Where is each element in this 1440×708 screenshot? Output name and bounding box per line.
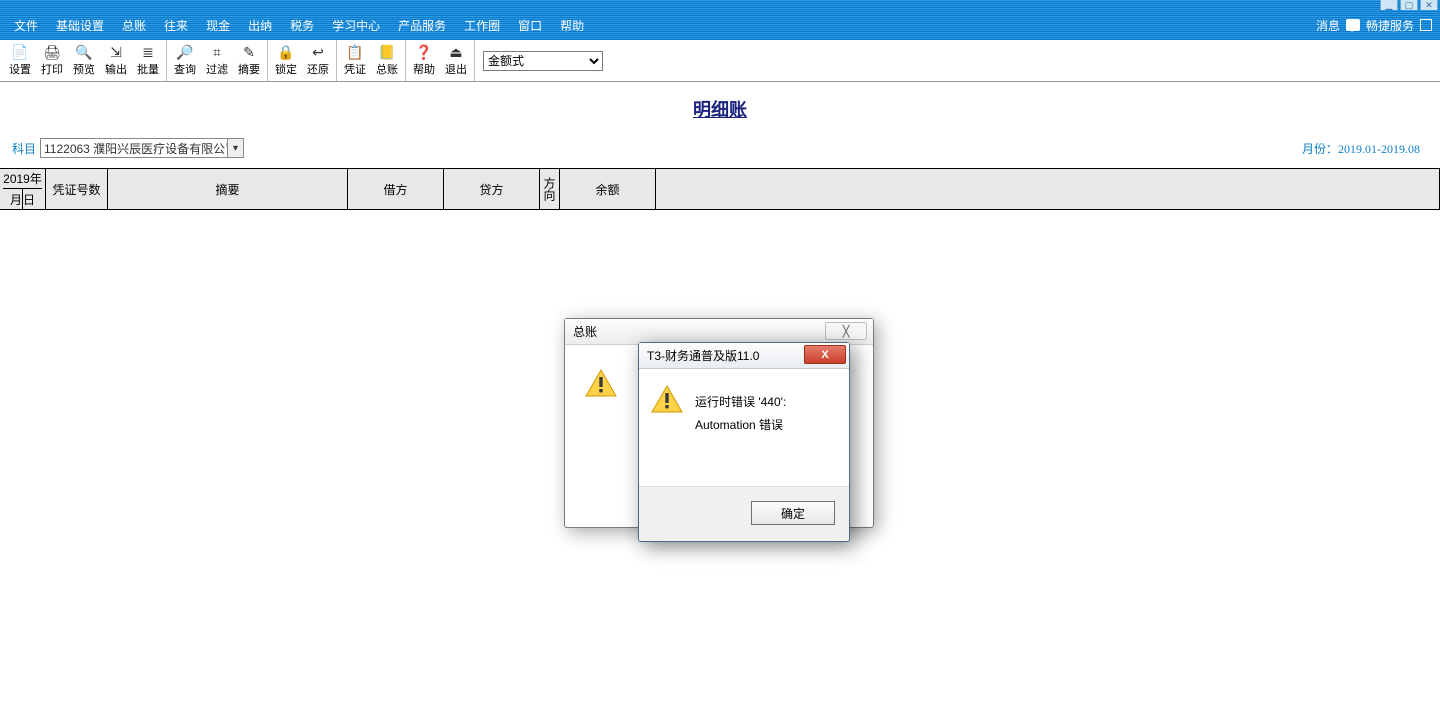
col-debit: 借方 [348, 169, 444, 209]
printer-icon: 🖨 [43, 44, 61, 60]
col-direction: 方向 [540, 169, 560, 209]
menu-workgroup[interactable]: 工作圈 [460, 15, 504, 36]
exit-icon: ⏏ [447, 44, 465, 60]
toolbar-help[interactable]: ❓帮助 [408, 40, 440, 81]
col-summary: 摘要 [108, 169, 348, 209]
menu-cashier[interactable]: 出纳 [244, 15, 276, 36]
chevron-down-icon[interactable]: ▾ [227, 139, 243, 157]
ok-button[interactable]: 确定 [751, 501, 835, 525]
menu-ar-ap[interactable]: 往来 [160, 15, 192, 36]
dialog-error-message: 运行时错误 '440': Automation 错误 [695, 385, 786, 474]
service-label[interactable]: 畅捷服务 [1366, 17, 1414, 34]
menu-products[interactable]: 产品服务 [394, 15, 450, 36]
toolbar-group-3: 🔒锁定 ↩还原 [270, 40, 337, 81]
filter-row: 科目 1122063 濮阳兴辰医疗设备有限公司 ▾ 月份：2019.01-201… [0, 132, 1440, 168]
dialog-ledger-close[interactable]: ╳ [825, 322, 867, 340]
toolbar-filter[interactable]: ⌗过滤 [201, 40, 233, 81]
filter-icon: ⌗ [208, 44, 226, 60]
col-credit: 贷方 [444, 169, 540, 209]
toolbar-lock[interactable]: 🔒锁定 [270, 40, 302, 81]
toolbar-exit[interactable]: ⏏退出 [440, 40, 472, 81]
toolbar-settings[interactable]: 📄设置 [4, 40, 36, 81]
account-select[interactable]: 1122063 濮阳兴辰医疗设备有限公司 ▾ [40, 138, 244, 158]
messages-label[interactable]: 消息 [1316, 17, 1340, 34]
month-range: 月份：2019.01-2019.08 [1302, 140, 1420, 157]
chat-icon[interactable] [1346, 19, 1360, 31]
grid-header: 2019年 月 日 凭证号数 摘要 借方 贷方 方向 余额 [0, 169, 1440, 209]
toolbar-ledger[interactable]: 📒总账 [371, 40, 403, 81]
toolbar-group-2: 🔎查询 ⌗过滤 ✎摘要 [169, 40, 268, 81]
dialog-error: T3-财务通普及版11.0 X 运行时错误 '440': Automation … [638, 342, 850, 542]
toolbar-query[interactable]: 🔎查询 [169, 40, 201, 81]
toolbar-group-4: 📋凭证 📒总账 [339, 40, 406, 81]
window-titlebar: ▁ ▢ ✕ [0, 0, 1440, 10]
col-year: 2019年 [3, 169, 42, 189]
col-month: 月 [10, 189, 23, 209]
toolbar-group-5: ❓帮助 ⏏退出 [408, 40, 475, 81]
export-icon: ⇲ [107, 44, 125, 60]
warning-icon [585, 369, 617, 397]
col-balance: 余额 [560, 169, 656, 209]
dialog-error-titlebar[interactable]: T3-财务通普及版11.0 X [639, 343, 849, 369]
menu-file[interactable]: 文件 [10, 15, 42, 36]
menu-learning[interactable]: 学习中心 [328, 15, 384, 36]
ledger-grid: 2019年 月 日 凭证号数 摘要 借方 贷方 方向 余额 [0, 168, 1440, 210]
toolbar-preview[interactable]: 🔍预览 [68, 40, 100, 81]
lock-icon: 🔒 [277, 44, 295, 60]
help-icon: ❓ [415, 44, 433, 60]
toolbar-restore[interactable]: ↩还原 [302, 40, 334, 81]
dialog-error-close[interactable]: X [804, 345, 846, 364]
account-label: 科目 [12, 140, 36, 157]
month-value: 2019.01-2019.08 [1338, 142, 1420, 156]
format-select[interactable]: 金额式 [483, 51, 603, 71]
toolbar-print[interactable]: 🖨打印 [36, 40, 68, 81]
preview-icon: 🔍 [75, 44, 93, 60]
col-spacer [656, 169, 1440, 209]
warning-icon [651, 385, 683, 413]
dialog-error-body: 运行时错误 '440': Automation 错误 [639, 369, 849, 487]
toolbar-voucher[interactable]: 📋凭证 [339, 40, 371, 81]
account-value: 1122063 濮阳兴辰医疗设备有限公司 [44, 140, 237, 157]
toolbar-batch[interactable]: ≣批量 [132, 40, 164, 81]
menubar: 文件 基础设置 总账 往来 现金 出纳 税务 学习中心 产品服务 工作圈 窗口 … [0, 10, 1440, 40]
undo-icon: ↩ [309, 44, 327, 60]
pencil-icon: ✎ [240, 44, 258, 60]
col-voucher-no: 凭证号数 [46, 169, 108, 209]
batch-icon: ≣ [139, 44, 157, 60]
error-line-2: Automation 错误 [695, 414, 786, 437]
menu-help[interactable]: 帮助 [556, 15, 588, 36]
square-icon[interactable] [1420, 19, 1432, 31]
voucher-icon: 📋 [346, 44, 364, 60]
dialog-ledger-title-text: 总账 [573, 323, 597, 340]
menu-cash[interactable]: 现金 [202, 15, 234, 36]
toolbar: 📄设置 🖨打印 🔍预览 ⇲输出 ≣批量 🔎查询 ⌗过滤 ✎摘要 🔒锁定 ↩还原 … [0, 40, 1440, 82]
ledger-icon: 📒 [378, 44, 396, 60]
page-title: 明细账 [693, 100, 747, 120]
format-select-wrap: 金额式 [483, 51, 603, 71]
col-date: 2019年 月 日 [0, 169, 46, 209]
menu-base-settings[interactable]: 基础设置 [52, 15, 108, 36]
doc-icon: 📄 [11, 44, 29, 60]
dialog-error-title: T3-财务通普及版11.0 [647, 347, 759, 364]
menu-ledger[interactable]: 总账 [118, 15, 150, 36]
dialog-error-footer: 确定 [639, 487, 849, 539]
month-label: 月份： [1302, 142, 1338, 156]
toolbar-group-1: 📄设置 🖨打印 🔍预览 ⇲输出 ≣批量 [4, 40, 167, 81]
menu-tax[interactable]: 税务 [286, 15, 318, 36]
toolbar-export[interactable]: ⇲输出 [100, 40, 132, 81]
toolbar-summary[interactable]: ✎摘要 [233, 40, 265, 81]
menubar-right: 消息 畅捷服务 [1316, 17, 1432, 34]
col-day: 日 [23, 189, 35, 209]
error-line-1: 运行时错误 '440': [695, 391, 786, 414]
menu-window[interactable]: 窗口 [514, 15, 546, 36]
page-header: 明细账 [0, 82, 1440, 132]
search-icon: 🔎 [176, 44, 194, 60]
